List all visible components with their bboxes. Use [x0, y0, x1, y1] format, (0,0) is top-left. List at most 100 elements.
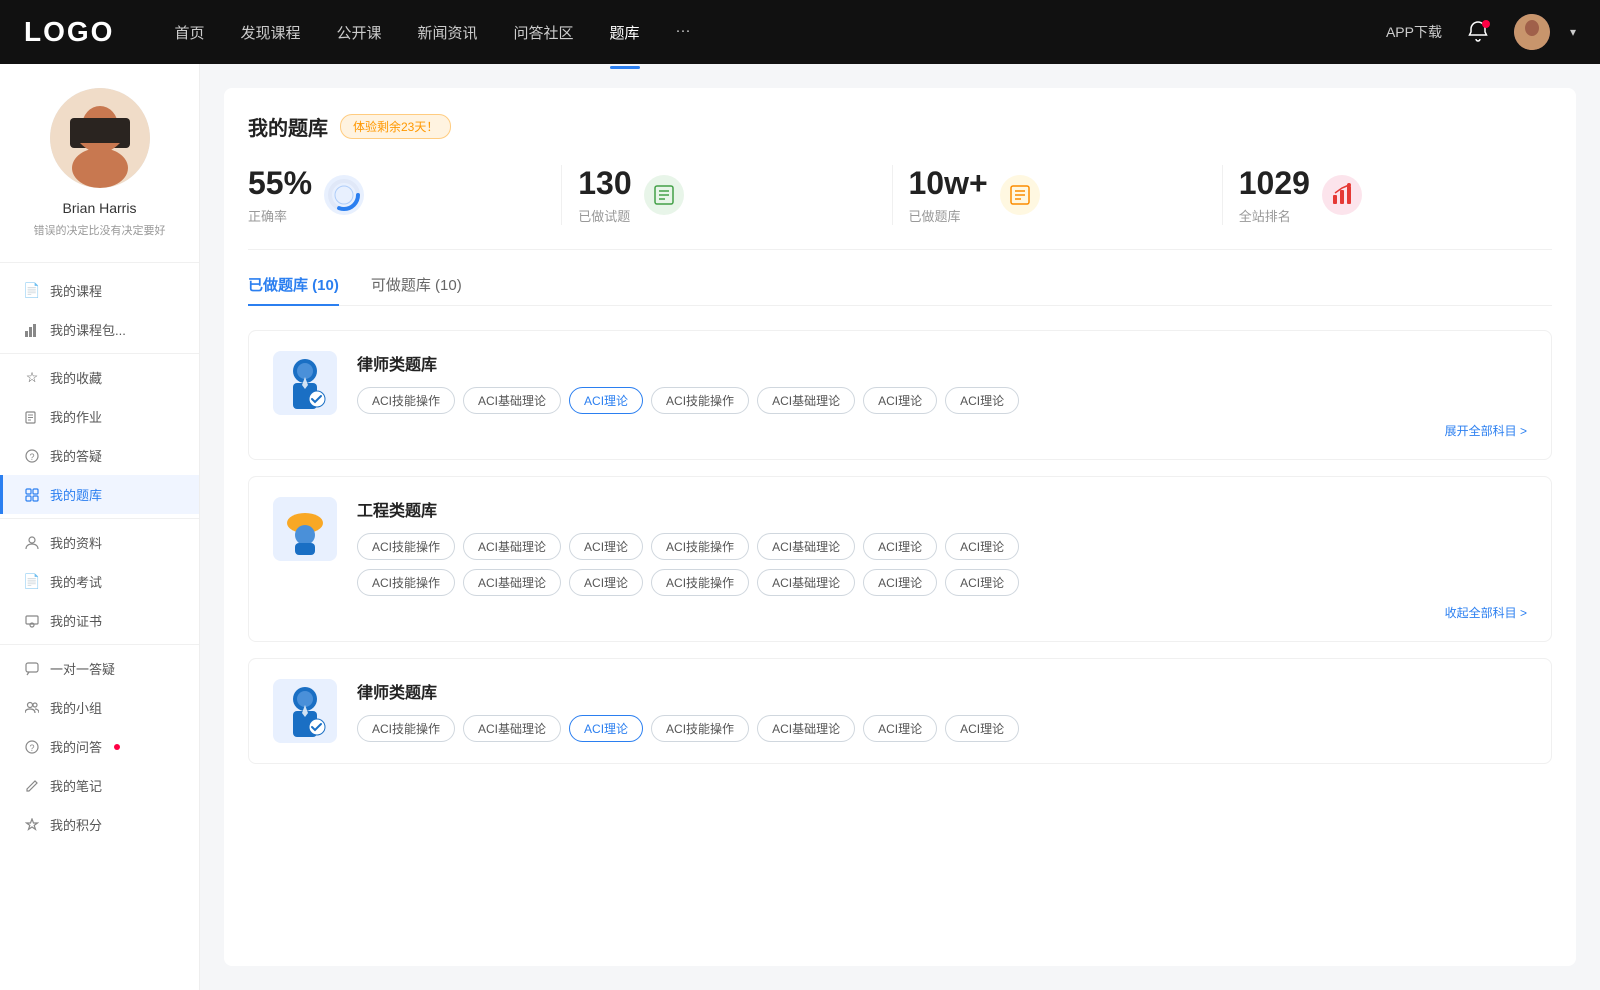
qbank-2-row2-tag-4[interactable]: ACI基础理论: [757, 569, 855, 596]
sidebar-item-group[interactable]: 我的小组: [0, 688, 199, 727]
sidebar-profile: Brian Harris 错误的决定比没有决定要好: [0, 88, 199, 263]
qbank-2-row2-tag-2[interactable]: ACI理论: [569, 569, 643, 596]
lawyer-icon: [283, 357, 327, 409]
stat-done-questions-text: 130 已做试题: [578, 165, 631, 225]
course-packages-icon: [24, 322, 40, 338]
stat-done-banks-value: 10w+: [909, 165, 988, 202]
qbank-1-tag-3[interactable]: ACI技能操作: [651, 387, 749, 414]
main-nav: 首页 发现课程 公开课 新闻资讯 问答社区 题库 ···: [174, 18, 1386, 47]
qbank-2-tag-6[interactable]: ACI理论: [945, 533, 1019, 560]
qbank-item-1: 律师类题库 ACI技能操作 ACI基础理论 ACI理论 ACI技能操作 ACI基…: [248, 330, 1552, 460]
qbank-1-tag-6[interactable]: ACI理论: [945, 387, 1019, 414]
qbank-2-row2-tag-6[interactable]: ACI理论: [945, 569, 1019, 596]
sidebar-label-course-packages: 我的课程包...: [50, 320, 126, 339]
qbank-1-icon-wrap: [273, 351, 337, 415]
nav-discover[interactable]: 发现课程: [240, 18, 300, 47]
sidebar-item-points[interactable]: 我的积分: [0, 805, 199, 844]
qbank-3-content: 律师类题库 ACI技能操作 ACI基础理论 ACI理论 ACI技能操作 ACI基…: [357, 679, 1527, 742]
stat-accuracy-label: 正确率: [248, 206, 312, 225]
qbank-2-row2-tag-5[interactable]: ACI理论: [863, 569, 937, 596]
sidebar-motto: 错误的决定比没有决定要好: [34, 222, 166, 238]
main-content: 我的题库 体验剩余23天！ 55% 正确率: [200, 64, 1600, 990]
nav-open-course[interactable]: 公开课: [336, 18, 381, 47]
list-icon: [652, 183, 676, 207]
nav-questionbank[interactable]: 题库: [610, 18, 640, 47]
qbank-3-tag-4[interactable]: ACI基础理论: [757, 715, 855, 742]
user-avatar[interactable]: [1514, 14, 1550, 50]
logo: LOGO: [24, 16, 114, 48]
qbank-3-tag-2[interactable]: ACI理论: [569, 715, 643, 742]
sidebar-avatar[interactable]: [50, 88, 150, 188]
edit-icon: [25, 410, 39, 424]
qbank-2-tag-2[interactable]: ACI理论: [569, 533, 643, 560]
qbank-3-tag-0[interactable]: ACI技能操作: [357, 715, 455, 742]
qbank-3-tags: ACI技能操作 ACI基础理论 ACI理论 ACI技能操作 ACI基础理论 AC…: [357, 715, 1527, 742]
sidebar-item-course-packages[interactable]: 我的课程包...: [0, 310, 199, 349]
bar-chart-icon: [25, 323, 39, 337]
exam-icon: 📄: [24, 574, 40, 590]
qbank-2-tag-4[interactable]: ACI基础理论: [757, 533, 855, 560]
notes-icon: [24, 778, 40, 794]
qbank-2-row2-tag-0[interactable]: ACI技能操作: [357, 569, 455, 596]
profile-icon: [24, 535, 40, 551]
qbank-2-row2-tag-3[interactable]: ACI技能操作: [651, 569, 749, 596]
favorites-icon: ☆: [24, 370, 40, 386]
qbank-2-tags-row2: ACI技能操作 ACI基础理论 ACI理论 ACI技能操作 ACI基础理论 AC…: [273, 569, 1527, 596]
points-icon: [24, 817, 40, 833]
qbank-3-tag-1[interactable]: ACI基础理论: [463, 715, 561, 742]
donut-chart-icon: [326, 177, 362, 213]
sidebar-item-exam[interactable]: 📄 我的考试: [0, 562, 199, 601]
qbank-3-tag-6[interactable]: ACI理论: [945, 715, 1019, 742]
qbank-1-header: 律师类题库 ACI技能操作 ACI基础理论 ACI理论 ACI技能操作 ACI基…: [273, 351, 1527, 439]
sidebar-item-homework[interactable]: 我的作业: [0, 397, 199, 436]
tab-done-banks[interactable]: 已做题库 (10): [248, 274, 339, 305]
qbank-2-row2-tag-1[interactable]: ACI基础理论: [463, 569, 561, 596]
qbank-item-2: 工程类题库 ACI技能操作 ACI基础理论 ACI理论 ACI技能操作 ACI基…: [248, 476, 1552, 642]
nav-news[interactable]: 新闻资讯: [418, 18, 478, 47]
sidebar-label-exam: 我的考试: [50, 572, 102, 591]
qbank-2-tag-3[interactable]: ACI技能操作: [651, 533, 749, 560]
sidebar-item-favorites[interactable]: ☆ 我的收藏: [0, 358, 199, 397]
sidebar-item-question-bank[interactable]: 我的题库: [0, 475, 199, 514]
qbank-1-tag-5[interactable]: ACI理论: [863, 387, 937, 414]
sidebar-item-my-qa[interactable]: ? 我的问答: [0, 727, 199, 766]
qbank-1-tag-2[interactable]: ACI理论: [569, 387, 643, 414]
sidebar-label-certificate: 我的证书: [50, 611, 102, 630]
qbank-2-icon-wrap: [273, 497, 337, 561]
stat-done-banks-label: 已做题库: [909, 206, 988, 225]
qbank-3-tag-3[interactable]: ACI技能操作: [651, 715, 749, 742]
star-icon: [25, 818, 39, 832]
sidebar-item-courses[interactable]: 📄 我的课程: [0, 271, 199, 310]
one-on-one-icon: [24, 661, 40, 677]
qbank-3-icon-wrap: [273, 679, 337, 743]
stat-done-questions-label: 已做试题: [578, 206, 631, 225]
stat-accuracy-text: 55% 正确率: [248, 165, 312, 225]
sidebar-item-profile[interactable]: 我的资料: [0, 523, 199, 562]
qbank-2-collapse[interactable]: 收起全部科目 >: [1445, 604, 1527, 621]
sidebar-label-question-bank: 我的题库: [50, 485, 102, 504]
sidebar-item-notes[interactable]: 我的笔记: [0, 766, 199, 805]
stat-accuracy-icon: [324, 175, 364, 215]
qbank-1-tag-1[interactable]: ACI基础理论: [463, 387, 561, 414]
qbank-1-expand[interactable]: 展开全部科目 >: [1445, 422, 1527, 439]
app-download-button[interactable]: APP下载: [1386, 22, 1442, 42]
sidebar: Brian Harris 错误的决定比没有决定要好 📄 我的课程 我的课程包..…: [0, 64, 200, 990]
sidebar-item-certificate[interactable]: 我的证书: [0, 601, 199, 640]
layout: Brian Harris 错误的决定比没有决定要好 📄 我的课程 我的课程包..…: [0, 64, 1600, 990]
sidebar-label-profile: 我的资料: [50, 533, 102, 552]
qbank-1-tag-0[interactable]: ACI技能操作: [357, 387, 455, 414]
nav-more[interactable]: ···: [676, 18, 691, 47]
qbank-1-tag-4[interactable]: ACI基础理论: [757, 387, 855, 414]
qbank-3-tag-5[interactable]: ACI理论: [863, 715, 937, 742]
tab-available-banks[interactable]: 可做题库 (10): [371, 274, 462, 305]
group-icon: [24, 700, 40, 716]
sidebar-item-qa[interactable]: ? 我的答疑: [0, 436, 199, 475]
sidebar-item-one-on-one[interactable]: 一对一答疑: [0, 649, 199, 688]
user-menu-chevron[interactable]: ▾: [1570, 25, 1576, 39]
qbank-2-tag-0[interactable]: ACI技能操作: [357, 533, 455, 560]
nav-qa[interactable]: 问答社区: [514, 18, 574, 47]
qbank-2-tag-1[interactable]: ACI基础理论: [463, 533, 561, 560]
qbank-2-tag-5[interactable]: ACI理论: [863, 533, 937, 560]
nav-home[interactable]: 首页: [174, 18, 204, 47]
notification-bell[interactable]: [1462, 16, 1494, 48]
